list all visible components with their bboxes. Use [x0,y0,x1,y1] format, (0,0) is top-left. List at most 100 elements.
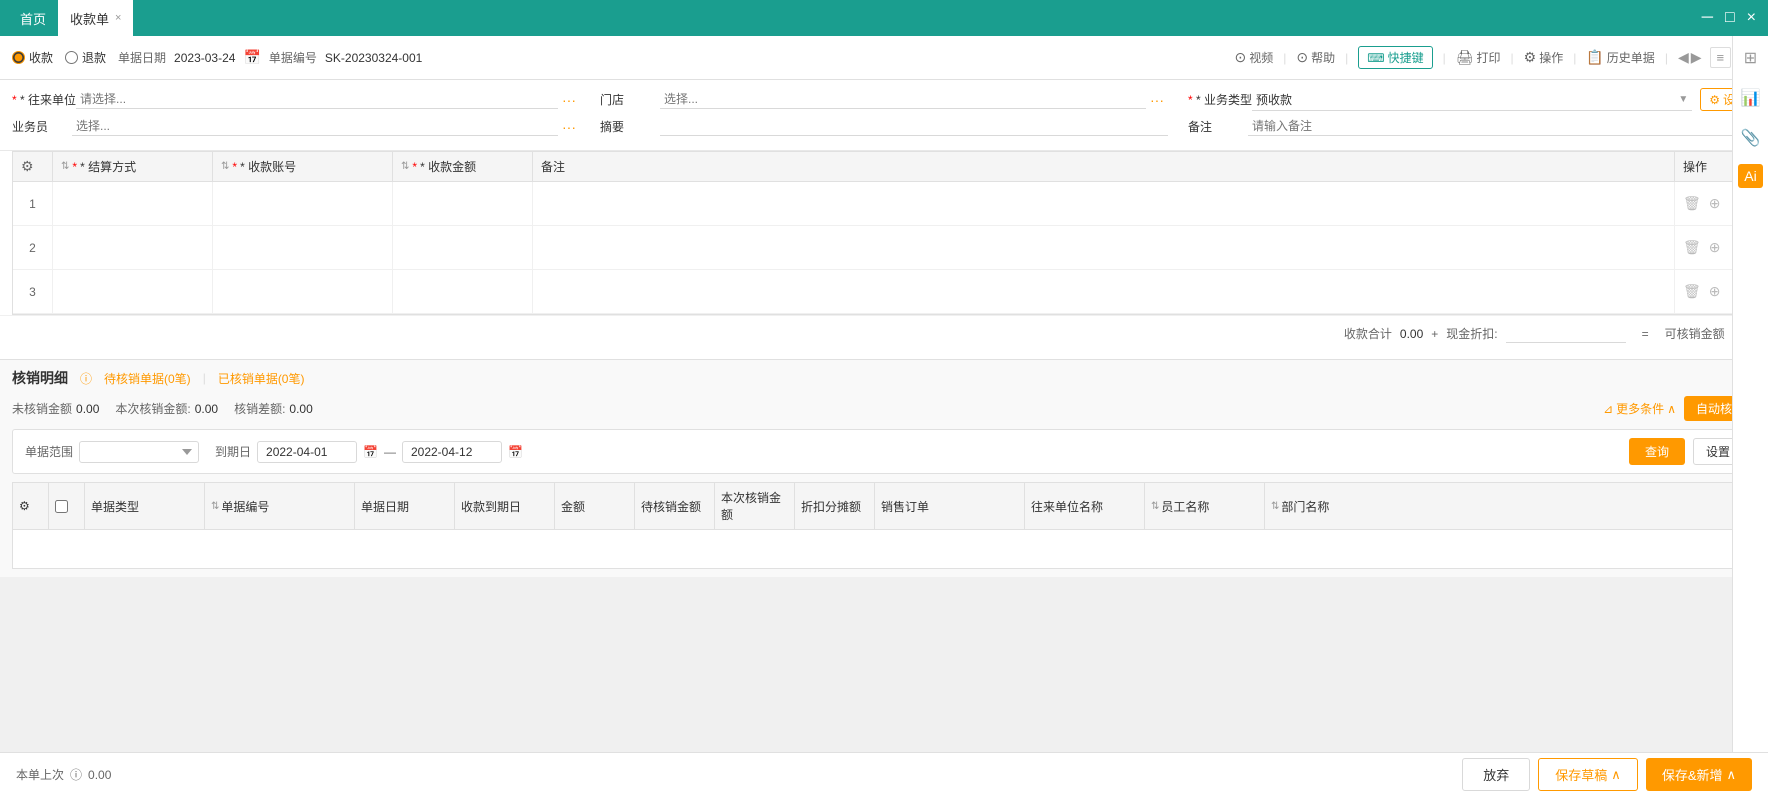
refund-radio[interactable]: 退款 [65,49,106,66]
divider6: | [1665,51,1668,65]
abandon-btn[interactable]: 放弃 [1462,758,1530,791]
calendar-to-icon[interactable]: 📅 [508,445,523,459]
store-more-btn[interactable]: ··· [1146,92,1168,108]
row2-account[interactable] [213,226,393,269]
sub-th-gear[interactable]: ⚙ [13,483,49,529]
calendar-icon[interactable]: 📅 [243,49,260,66]
row1-copy-btn[interactable]: ⊕ [1709,195,1721,212]
summary-input[interactable] [660,117,1168,136]
sub-th-discount: 折扣分摊额 [795,483,875,529]
row-num-1: 1 [13,182,53,225]
biz-type-label: * * 业务类型 [1188,91,1252,108]
window-min-icon[interactable]: ─ [1698,7,1717,29]
row3-delete-btn[interactable]: 🗑 [1683,283,1701,300]
table-row: 2 🗑 ⊕ [13,226,1755,270]
table-row: 1 🗑 ⊕ [13,182,1755,226]
toolbar-row: 收款 退款 单据日期 2023-03-24 📅 单据编号 SK-20230324… [0,36,1768,80]
sub-th-staff-name: ⇅ 员工名称 [1145,483,1265,529]
range-filter-select[interactable] [79,441,199,463]
counterparty-more-btn[interactable]: ··· [558,92,580,108]
row1-payment[interactable] [53,182,213,225]
row-num-3: 3 [13,270,53,313]
home-tab[interactable]: 首页 [8,0,58,36]
form-section: * * 往来单位 ··· 门店 ··· * * 业务类型 预收款 [0,80,1768,151]
counterparty-label: * * 往来单位 [12,91,76,108]
filter-icon: ⊿ [1603,402,1613,416]
history-btn[interactable]: 📋 历史单据 [1586,49,1654,66]
sidebar-table-icon[interactable]: ⊞ [1740,44,1761,72]
biz-type-select[interactable]: 预收款 ▼ [1252,89,1692,111]
print-btn[interactable]: 🖨 打印 [1456,49,1501,66]
date-from-input[interactable] [257,441,357,463]
prev-arrow[interactable]: ◀ [1678,49,1689,66]
sidebar-ai-icon[interactable]: Ai [1738,164,1762,188]
sub-th-amount: 金额 [555,483,635,529]
sub-sort-1: ⇅ [211,501,219,512]
hexiao-info-icon[interactable]: ⓘ [80,370,92,387]
help-btn[interactable]: ⊙ 帮助 [1296,49,1335,66]
staff-input[interactable] [72,117,558,136]
window-max-icon[interactable]: □ [1721,7,1739,29]
video-btn[interactable]: ⊙ 视频 [1235,49,1274,66]
save-new-btn[interactable]: 保存&新增 ∧ [1646,758,1752,791]
row3-copy-btn[interactable]: ⊕ [1709,283,1721,300]
row3-notes[interactable] [533,270,1675,313]
sidebar-chart-icon[interactable]: 📊 [1737,84,1765,112]
staff-more-btn[interactable]: ··· [558,119,580,135]
pending-tab[interactable]: 待核销单据(0笔) [104,370,191,387]
done-tab[interactable]: 已核销单据(0笔) [218,370,305,387]
row1-delete-btn[interactable]: 🗑 [1683,195,1701,212]
row3-payment[interactable] [53,270,213,313]
sub-table-gear-icon[interactable]: ⚙ [19,499,30,513]
cash-discount-input[interactable] [1506,324,1626,343]
home-label: 首页 [20,9,46,28]
divider5: | [1573,51,1576,65]
row1-amount[interactable] [393,182,533,225]
receipt-table: ⚙ ⇅ * * 结算方式 ⇅ * * 收款账号 ⇅ * * 收款金额 [12,151,1756,315]
operate-btn[interactable]: ⚙ 操作 [1524,49,1564,66]
calendar-from-icon[interactable]: 📅 [363,445,378,459]
chevron-up-icon: ∧ [1667,402,1676,416]
row3-amount[interactable] [393,270,533,313]
close-tab-icon[interactable]: × [115,12,121,24]
row3-account[interactable] [213,270,393,313]
window-close-icon[interactable]: × [1743,7,1760,29]
store-input[interactable] [660,90,1146,109]
row2-amount[interactable] [393,226,533,269]
list-view-btn[interactable]: ≡ [1710,47,1732,68]
biz-type-value: 预收款 [1256,91,1292,108]
row1-notes[interactable] [533,182,1675,225]
print-icon: 🖨 [1456,49,1474,66]
more-conditions-btn[interactable]: ⊿ 更多条件 ∧ [1603,400,1676,417]
sub-th-sales-order: 销售订单 [875,483,1025,529]
receipt-radio[interactable]: 收款 [12,49,53,66]
query-btn[interactable]: 查询 [1629,438,1685,465]
th-settings[interactable]: ⚙ [13,152,53,181]
row2-copy-btn[interactable]: ⊕ [1709,239,1721,256]
hexiao-title: 核销明细 [12,368,68,388]
counterparty-input[interactable] [76,90,558,109]
notes-input[interactable] [1248,117,1756,136]
sidebar-paperclip-icon[interactable]: 📎 [1737,124,1765,152]
save-draft-btn[interactable]: 保存草稿 ∧ [1538,758,1638,791]
doc-num-value: SK-20230324-001 [325,51,422,65]
next-arrow[interactable]: ▶ [1691,49,1702,66]
counterparty-field: * * 往来单位 ··· [12,90,580,109]
table-gear-icon[interactable]: ⚙ [21,158,34,175]
equals-sign: = [1642,327,1649,341]
shortcut-btn[interactable]: ⌨ 快捷键 [1358,46,1432,69]
diff-label: 核销差额: [234,400,285,417]
store-field: 门店 ··· [600,90,1168,109]
date-to-input[interactable] [402,441,502,463]
row2-delete-btn[interactable]: 🗑 [1683,239,1701,256]
help-label: 帮助 [1311,49,1335,66]
table-row: 3 🗑 ⊕ [13,270,1755,314]
row2-payment[interactable] [53,226,213,269]
select-all-checkbox[interactable] [55,500,68,513]
receipt-tab[interactable]: 收款单 × [58,0,133,36]
receipt-table-section: ⚙ ⇅ * * 结算方式 ⇅ * * 收款账号 ⇅ * * 收款金额 [0,151,1768,315]
row2-notes[interactable] [533,226,1675,269]
hexiao-stats: 未核销金额 0.00 本次核销金额: 0.00 核销差额: 0.00 ⊿ 更多条… [12,396,1756,421]
row1-account[interactable] [213,182,393,225]
sort-icon-3: ⇅ [401,161,409,172]
